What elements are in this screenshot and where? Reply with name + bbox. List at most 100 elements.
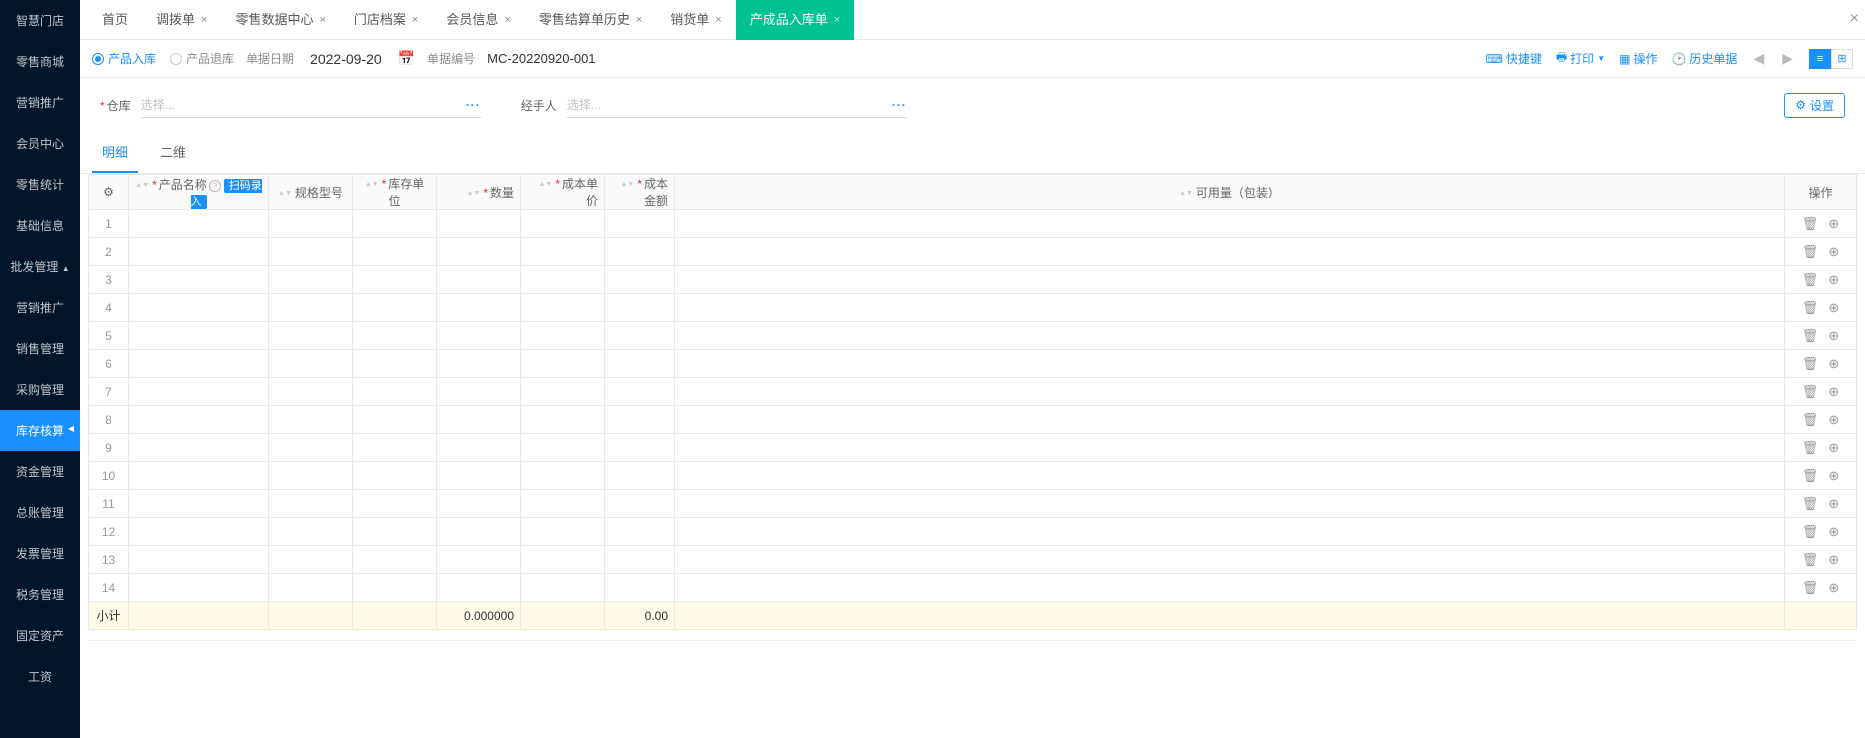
col-available[interactable]: ▲▼可用量（包装） [675,175,1785,210]
history-button[interactable]: 🕑历史单据 [1671,50,1737,67]
cell-available[interactable] [675,574,1785,602]
add-row-icon[interactable]: ⊕ [1828,272,1839,288]
close-icon[interactable]: × [715,0,721,40]
cell-available[interactable] [675,294,1785,322]
cell-available[interactable] [675,462,1785,490]
cell-spec[interactable] [269,462,353,490]
table-row[interactable]: 11 🗑 ⊕ [89,490,1857,518]
delete-row-icon[interactable]: 🗑 [1802,356,1819,372]
cell-unit[interactable] [353,294,437,322]
cell-product[interactable] [129,434,269,462]
ellipsis-icon[interactable]: ··· [466,98,481,112]
cell-spec[interactable] [269,434,353,462]
add-row-icon[interactable]: ⊕ [1828,216,1839,232]
cell-amount[interactable] [605,434,675,462]
table-row[interactable]: 5 🗑 ⊕ [89,322,1857,350]
table-row[interactable]: 4 🗑 ⊕ [89,294,1857,322]
close-icon[interactable]: × [412,0,418,40]
radio-product-in[interactable]: 产品入库 [92,50,156,67]
table-row[interactable]: 2 🗑 ⊕ [89,238,1857,266]
delete-row-icon[interactable]: 🗑 [1802,272,1819,288]
cell-spec[interactable] [269,350,353,378]
sidebar-item-member-center[interactable]: 会员中心 [0,123,80,164]
cell-amount[interactable] [605,574,675,602]
add-row-icon[interactable]: ⊕ [1828,300,1839,316]
cell-available[interactable] [675,546,1785,574]
tab-settlement-history[interactable]: 零售结算单历史× [525,0,656,40]
cell-unit[interactable] [353,266,437,294]
cell-spec[interactable] [269,238,353,266]
cell-available[interactable] [675,518,1785,546]
cell-price[interactable] [521,490,605,518]
cell-unit[interactable] [353,378,437,406]
cell-price[interactable] [521,462,605,490]
cell-qty[interactable] [437,350,521,378]
table-row[interactable]: 7 🗑 ⊕ [89,378,1857,406]
cell-unit[interactable] [353,546,437,574]
sidebar-item-tax[interactable]: 税务管理 [0,574,80,615]
ellipsis-icon[interactable]: ··· [892,98,907,112]
cell-product[interactable] [129,322,269,350]
sidebar-item-fixed-assets[interactable]: 固定资产 [0,615,80,656]
tab-transfer[interactable]: 调拨单× [142,0,221,40]
cell-available[interactable] [675,210,1785,238]
tab-retail-data[interactable]: 零售数据中心× [221,0,339,40]
cell-product[interactable] [129,238,269,266]
table-row[interactable]: 10 🗑 ⊕ [89,462,1857,490]
add-row-icon[interactable]: ⊕ [1828,524,1839,540]
sort-icon[interactable]: ▲▼ [466,191,480,196]
delete-row-icon[interactable]: 🗑 [1802,384,1819,400]
cell-qty[interactable] [437,266,521,294]
cell-amount[interactable] [605,210,675,238]
cell-product[interactable] [129,378,269,406]
sidebar-item-inventory[interactable]: 库存核算 ◀ [0,410,80,451]
help-icon[interactable]: ? [209,180,221,192]
cell-qty[interactable] [437,434,521,462]
cell-price[interactable] [521,322,605,350]
tab-sales-order[interactable]: 销货单× [656,0,735,40]
cell-amount[interactable] [605,378,675,406]
sort-icon[interactable]: ▲▼ [538,182,552,187]
cell-spec[interactable] [269,266,353,294]
cell-amount[interactable] [605,294,675,322]
view-card-button[interactable]: ⊞ [1831,49,1853,69]
close-all-tabs-icon[interactable]: × [1850,10,1859,28]
add-row-icon[interactable]: ⊕ [1828,468,1839,484]
col-qty[interactable]: ▲▼*数量 [437,175,521,210]
cell-price[interactable] [521,406,605,434]
settings-button[interactable]: ⚙设置 [1784,93,1845,118]
sort-icon[interactable]: ▲▼ [135,183,149,188]
sidebar-item-sales-mgmt[interactable]: 销售管理 [0,328,80,369]
handler-select[interactable]: 选择... ··· [567,92,907,118]
cell-unit[interactable] [353,518,437,546]
calendar-icon[interactable]: 📅 [398,50,415,67]
cell-available[interactable] [675,238,1785,266]
tab-home[interactable]: 首页 [88,0,142,40]
tab-store-archive[interactable]: 门店档案× [340,0,432,40]
cell-spec[interactable] [269,490,353,518]
sidebar-item-invoice[interactable]: 发票管理 [0,533,80,574]
cell-product[interactable] [129,406,269,434]
cell-unit[interactable] [353,350,437,378]
col-gear[interactable]: ⚙ [89,175,129,210]
cell-available[interactable] [675,378,1785,406]
table-row[interactable]: 8 🗑 ⊕ [89,406,1857,434]
sort-icon[interactable]: ▲▼ [278,191,292,196]
sidebar-item-basic-info[interactable]: 基础信息 [0,205,80,246]
col-product-name[interactable]: ▲▼*产品名称?扫码录入 [129,175,269,210]
cell-qty[interactable] [437,546,521,574]
prev-doc-button[interactable]: ◀ [1751,50,1766,67]
sidebar-item-salary[interactable]: 工资 [0,656,80,697]
delete-row-icon[interactable]: 🗑 [1802,496,1819,512]
cell-product[interactable] [129,462,269,490]
delete-row-icon[interactable]: 🗑 [1802,328,1819,344]
delete-row-icon[interactable]: 🗑 [1802,580,1819,596]
cell-amount[interactable] [605,546,675,574]
sidebar-item-wholesale[interactable]: 批发管理 ▲ [0,246,80,287]
cell-product[interactable] [129,266,269,294]
doc-date-value[interactable]: 2022-09-20 [310,51,382,67]
sidebar-item-smart-store[interactable]: 智慧门店 [0,0,80,41]
sort-icon[interactable]: ▲▼ [620,182,634,187]
cell-qty[interactable] [437,210,521,238]
table-row[interactable]: 1 🗑 ⊕ [89,210,1857,238]
